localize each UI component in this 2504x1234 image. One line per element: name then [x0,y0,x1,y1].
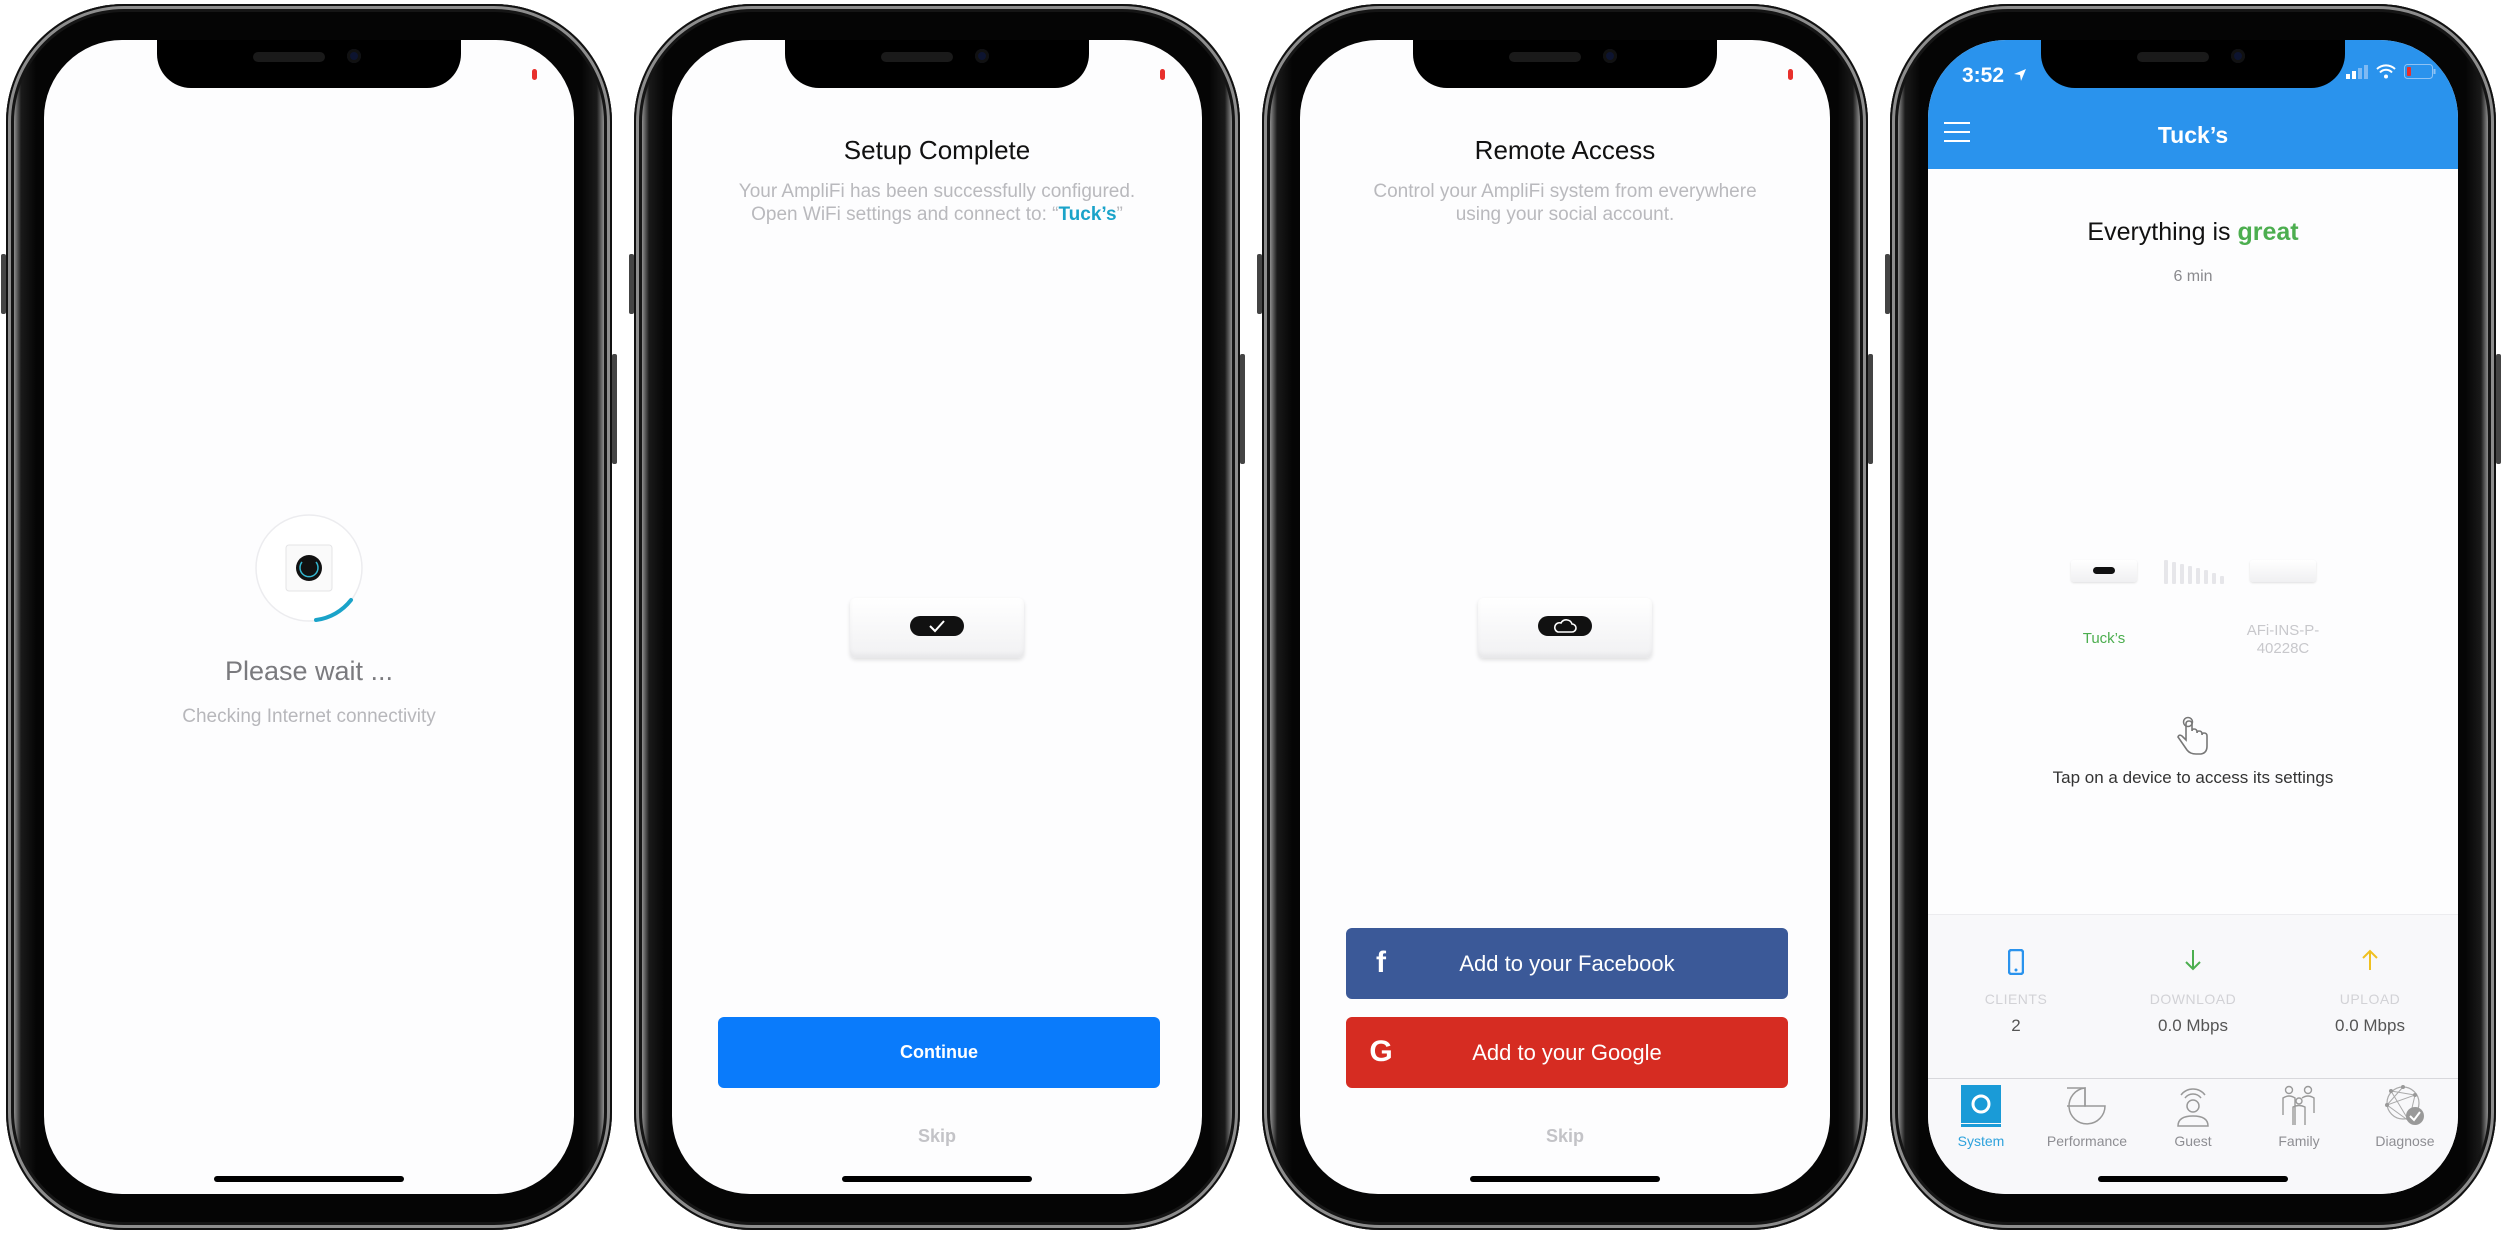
add-facebook-button[interactable]: f Add to your Facebook [1346,928,1788,999]
screen-remote-access: Remote Access Control your AmpliFi syste… [1300,40,1830,1194]
tab-system[interactable]: System [1928,1083,2034,1149]
system-status: Everything is great [1928,218,2458,247]
page-title: Remote Access [1474,135,1656,165]
location-arrow-icon [2013,69,2026,81]
screen-dashboard: 3:52 Tuck’s Everything is great 6 min Tu… [1928,40,2458,1194]
camera [975,49,989,63]
status-word: great [2237,218,2299,246]
phone-frame-setup-complete: Setup Complete Your AmpliFi has been suc… [629,4,1245,1230]
battery-low-icon [2404,64,2436,79]
home-indicator[interactable] [2098,1176,2288,1182]
tab-guest[interactable]: Guest [2140,1083,2246,1149]
home-indicator[interactable] [214,1176,404,1182]
guest-icon [2177,1088,2209,1127]
recording-indicator [1788,69,1793,80]
loading-subtitle: Checking Internet connectivity [182,706,436,727]
status-prefix: Everything is [2087,218,2238,246]
screen-loading: Please wait ... Checking Internet connec… [44,40,574,1194]
amplifi-device-image [1478,598,1652,658]
loading-spinner [255,514,363,622]
speaker [881,52,953,62]
wifi-icon [2376,64,2396,79]
tab-diagnose[interactable]: Diagnose [2352,1083,2458,1149]
tab-label: Performance [2046,1133,2128,1149]
tap-hand-icon [2177,716,2208,755]
screen-setup-complete: Setup Complete Your AmpliFi has been suc… [672,40,1202,1194]
facebook-icon: f [1376,946,1386,979]
stat-value: 0.0 Mbps [2335,1016,2405,1035]
device-label-mesh-point[interactable]: AFi-INS-P-40228C [2238,622,2328,658]
notch [785,40,1089,88]
status-age: 6 min [2173,268,2213,285]
cloud-icon [1554,619,1577,633]
phone-frame-remote-access: Remote Access Control your AmpliFi syste… [1257,4,1873,1230]
status-bar-indicators [2346,64,2436,79]
tab-family[interactable]: Family [2246,1083,2352,1149]
page-title: Setup Complete [843,135,1031,165]
stat-upload[interactable]: UPLOAD 0.0 Mbps [2282,915,2458,1036]
device-status-badge [910,616,964,636]
recording-indicator [1160,69,1165,80]
arrow-down-icon [2185,950,2201,971]
family-icon [2282,1085,2315,1125]
header-title: Tuck’s [2157,122,2229,148]
description-quote: ” [1116,204,1123,225]
continue-button[interactable]: Continue [718,1017,1160,1088]
notch [1413,40,1717,88]
tab-performance[interactable]: Performance [2034,1083,2140,1149]
tab-label: System [1957,1133,2005,1149]
speaker [253,52,325,62]
facebook-button-label: Add to your Facebook [1459,950,1675,976]
phone-frame-dashboard: 3:52 Tuck’s Everything is great 6 min Tu… [1885,4,2501,1230]
signal-strength-bars [2164,558,2224,584]
stats-panel: CLIENTS 2 DOWNLOAD 0.0 Mbps UPLOAD 0.0 M… [1928,914,2458,1078]
stat-download[interactable]: DOWNLOAD 0.0 Mbps [2105,915,2281,1036]
checkmark-icon [929,620,945,633]
cellular-signal-icon [2346,64,2368,79]
status-bar-time: 3:52 [1962,64,2027,88]
setup-description: Your AmpliFi has been successfully confi… [732,180,1142,226]
stat-label: DOWNLOAD [2149,991,2237,1007]
phone-icon [2008,949,2024,975]
skip-link[interactable]: Skip [1300,1126,1830,1147]
diagnose-network-icon [2385,1085,2424,1125]
google-icon: G [1369,1035,1393,1068]
network-name: Tuck’s [1058,204,1117,225]
google-button-label: Add to your Google [1472,1039,1662,1065]
loading-title: Please wait ... [224,656,394,686]
stat-label: CLIENTS [1984,991,2048,1007]
system-icon [1961,1085,2001,1127]
device-status-badge [1538,616,1592,636]
camera [2231,49,2245,63]
notch [157,40,461,88]
camera [1603,49,1617,63]
phone-frame-loading: Please wait ... Checking Internet connec… [1,4,617,1230]
camera [347,49,361,63]
remote-description: Control your AmpliFi system from everywh… [1373,181,1757,225]
tab-label: Diagnose [2375,1133,2435,1149]
home-indicator[interactable] [1470,1176,1660,1182]
tap-hint: Tap on a device to access its settings [2052,768,2334,787]
device-label-tucks[interactable]: Tuck’s [2048,630,2160,648]
notch [2041,40,2345,88]
stat-value: 2 [2011,1016,2021,1035]
speaker [2137,52,2209,62]
speaker [1509,52,1581,62]
recording-indicator [532,69,537,80]
performance-pie-icon [2067,1087,2106,1125]
arrow-up-icon [2362,949,2378,970]
skip-link[interactable]: Skip [672,1126,1202,1147]
add-google-button[interactable]: G Add to your Google [1346,1017,1788,1088]
home-indicator[interactable] [842,1176,1032,1182]
stat-label: UPLOAD [2339,991,2401,1007]
clock: 3:52 [1962,64,2005,87]
amplifi-device-image [850,598,1024,658]
stat-clients[interactable]: CLIENTS 2 [1928,915,2104,1036]
tab-label: Guest [2174,1133,2212,1149]
stat-value: 0.0 Mbps [2158,1016,2228,1035]
router-device-tucks[interactable] [2071,560,2137,582]
router-badge [2093,567,2115,574]
mesh-point-device[interactable] [2250,560,2316,582]
tab-label: Family [2278,1133,2320,1149]
